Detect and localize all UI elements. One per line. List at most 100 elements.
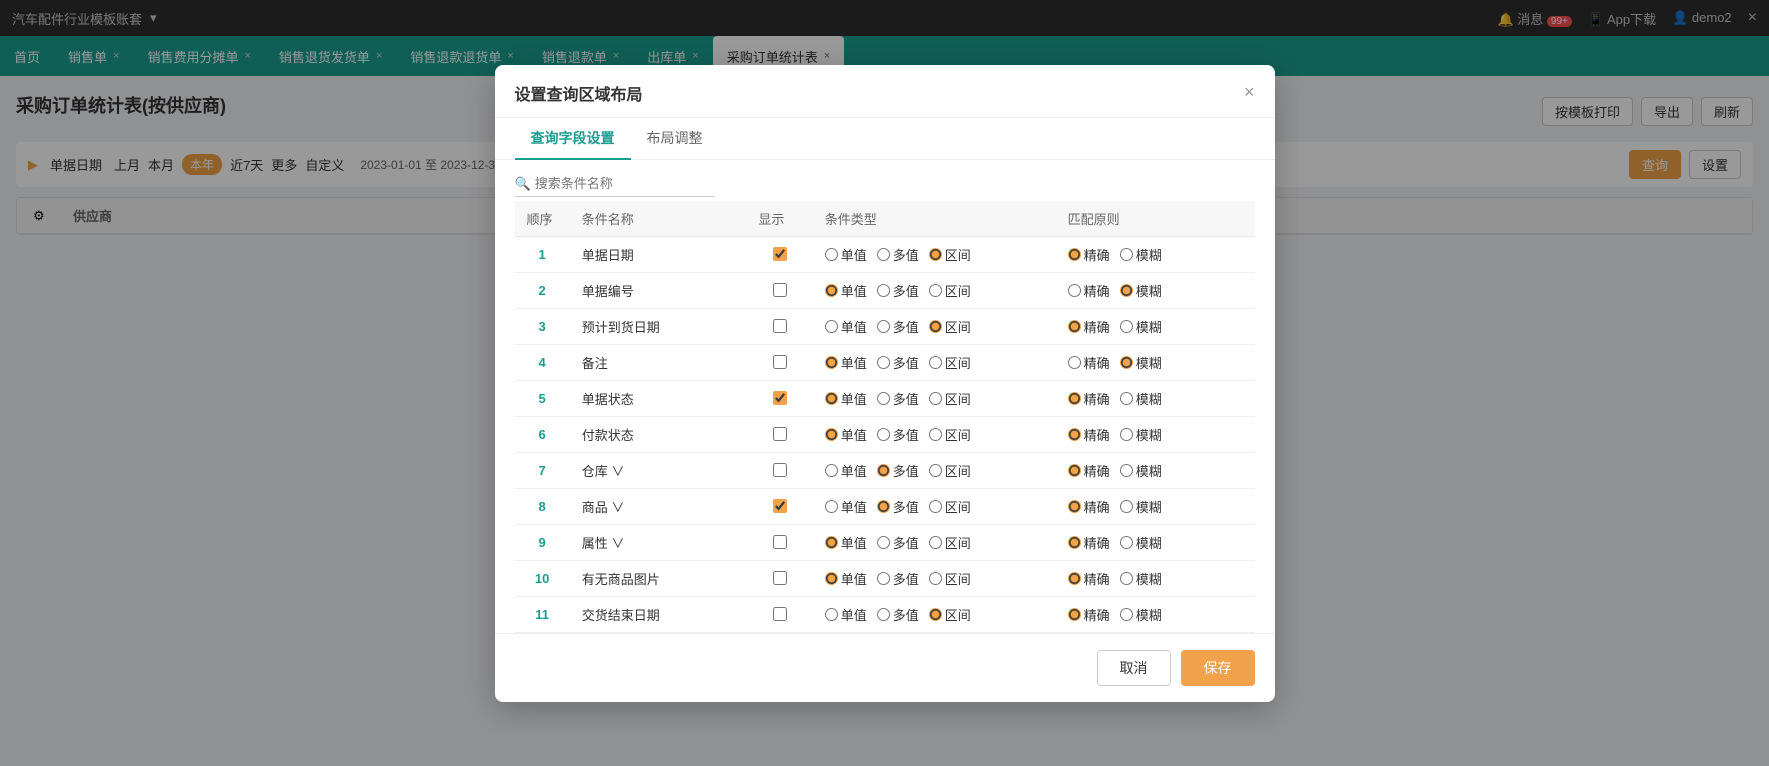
radio-input-type_single[interactable] (825, 500, 838, 513)
radio-input-type_single[interactable] (825, 248, 838, 261)
radio-input-type_range[interactable] (929, 536, 942, 549)
match-radio-match_fuzzy[interactable]: 模糊 (1120, 281, 1162, 300)
match-radio-match_fuzzy[interactable]: 模糊 (1120, 569, 1162, 588)
cancel-button[interactable]: 取消 (1097, 650, 1171, 686)
radio-input-match_exact[interactable] (1068, 320, 1081, 333)
radio-input-type_multi[interactable] (877, 248, 890, 261)
radio-input-type_single[interactable] (825, 356, 838, 369)
type-radio-type_multi[interactable]: 多值 (877, 281, 919, 300)
match-radio-match_exact[interactable]: 精确 (1068, 317, 1110, 336)
type-radio-type_range[interactable]: 区间 (929, 425, 971, 444)
radio-input-type_range[interactable] (929, 464, 942, 477)
radio-input-match_fuzzy[interactable] (1120, 572, 1133, 585)
show-checkbox-label[interactable] (758, 427, 800, 441)
match-radio-match_fuzzy[interactable]: 模糊 (1120, 317, 1162, 336)
radio-input-match_fuzzy[interactable] (1120, 608, 1133, 621)
radio-input-match_exact[interactable] (1068, 536, 1081, 549)
radio-input-type_range[interactable] (929, 356, 942, 369)
radio-input-type_range[interactable] (929, 572, 942, 585)
show-checkbox-label[interactable] (758, 355, 800, 369)
show-checkbox[interactable] (773, 391, 787, 405)
radio-input-type_range[interactable] (929, 248, 942, 261)
show-checkbox-label[interactable] (758, 535, 800, 549)
radio-input-type_single[interactable] (825, 608, 838, 621)
radio-input-match_exact[interactable] (1068, 248, 1081, 261)
radio-input-type_multi[interactable] (877, 572, 890, 585)
dialog-close-button[interactable]: × (1244, 82, 1255, 103)
type-radio-type_single[interactable]: 单值 (825, 389, 867, 408)
show-checkbox-label[interactable] (758, 319, 800, 333)
row-show[interactable] (746, 308, 812, 344)
radio-input-match_exact[interactable] (1068, 608, 1081, 621)
radio-input-type_single[interactable] (825, 320, 838, 333)
show-checkbox-label[interactable] (758, 607, 800, 621)
match-radio-match_fuzzy[interactable]: 模糊 (1120, 353, 1162, 372)
row-show[interactable] (746, 272, 812, 308)
tab-layout-adjustment[interactable]: 布局调整 (631, 118, 719, 160)
type-radio-type_single[interactable]: 单值 (825, 353, 867, 372)
type-radio-type_multi[interactable]: 多值 (877, 605, 919, 624)
type-radio-type_multi[interactable]: 多值 (877, 425, 919, 444)
row-show[interactable] (746, 452, 812, 488)
radio-input-match_fuzzy[interactable] (1120, 248, 1133, 261)
show-checkbox[interactable] (773, 607, 787, 621)
match-radio-match_exact[interactable]: 精确 (1068, 605, 1110, 624)
show-checkbox[interactable] (773, 355, 787, 369)
show-checkbox[interactable] (773, 427, 787, 441)
match-radio-match_exact[interactable]: 精确 (1068, 389, 1110, 408)
show-checkbox[interactable] (773, 535, 787, 549)
type-radio-type_multi[interactable]: 多值 (877, 533, 919, 552)
radio-input-type_multi[interactable] (877, 356, 890, 369)
radio-input-type_single[interactable] (825, 392, 838, 405)
tab-query-field-settings[interactable]: 查询字段设置 (515, 118, 631, 160)
show-checkbox-label[interactable] (758, 283, 800, 297)
match-radio-match_fuzzy[interactable]: 模糊 (1120, 389, 1162, 408)
radio-input-type_multi[interactable] (877, 464, 890, 477)
radio-input-type_single[interactable] (825, 572, 838, 585)
match-radio-match_fuzzy[interactable]: 模糊 (1120, 461, 1162, 480)
type-radio-type_multi[interactable]: 多值 (877, 389, 919, 408)
type-radio-type_multi[interactable]: 多值 (877, 353, 919, 372)
match-radio-match_exact[interactable]: 精确 (1068, 425, 1110, 444)
search-input[interactable] (535, 176, 705, 191)
show-checkbox-label[interactable] (758, 391, 800, 405)
match-radio-match_exact[interactable]: 精确 (1068, 533, 1110, 552)
row-show[interactable] (746, 380, 812, 416)
type-radio-type_single[interactable]: 单值 (825, 569, 867, 588)
radio-input-match_exact[interactable] (1068, 392, 1081, 405)
type-radio-type_range[interactable]: 区间 (929, 533, 971, 552)
match-radio-match_exact[interactable]: 精确 (1068, 569, 1110, 588)
row-show[interactable] (746, 596, 812, 632)
show-checkbox[interactable] (773, 463, 787, 477)
show-checkbox[interactable] (773, 247, 787, 261)
radio-input-type_single[interactable] (825, 536, 838, 549)
match-radio-match_exact[interactable]: 精确 (1068, 281, 1110, 300)
row-show[interactable] (746, 344, 812, 380)
match-radio-match_exact[interactable]: 精确 (1068, 497, 1110, 516)
type-radio-type_range[interactable]: 区间 (929, 461, 971, 480)
type-radio-type_single[interactable]: 单值 (825, 533, 867, 552)
type-radio-type_multi[interactable]: 多值 (877, 461, 919, 480)
radio-input-type_multi[interactable] (877, 320, 890, 333)
radio-input-type_multi[interactable] (877, 428, 890, 441)
match-radio-match_exact[interactable]: 精确 (1068, 461, 1110, 480)
type-radio-type_multi[interactable]: 多值 (877, 245, 919, 264)
type-radio-type_range[interactable]: 区间 (929, 569, 971, 588)
show-checkbox[interactable] (773, 319, 787, 333)
type-radio-type_range[interactable]: 区间 (929, 353, 971, 372)
radio-input-type_multi[interactable] (877, 392, 890, 405)
row-show[interactable] (746, 416, 812, 452)
match-radio-match_fuzzy[interactable]: 模糊 (1120, 425, 1162, 444)
type-radio-type_range[interactable]: 区间 (929, 605, 971, 624)
type-radio-type_single[interactable]: 单值 (825, 281, 867, 300)
row-show[interactable] (746, 524, 812, 560)
radio-input-match_fuzzy[interactable] (1120, 356, 1133, 369)
row-show[interactable] (746, 236, 812, 272)
type-radio-type_range[interactable]: 区间 (929, 245, 971, 264)
radio-input-match_fuzzy[interactable] (1120, 428, 1133, 441)
radio-input-type_single[interactable] (825, 428, 838, 441)
type-radio-type_single[interactable]: 单值 (825, 461, 867, 480)
match-radio-match_fuzzy[interactable]: 模糊 (1120, 245, 1162, 264)
show-checkbox-label[interactable] (758, 571, 800, 585)
show-checkbox-label[interactable] (758, 499, 800, 513)
